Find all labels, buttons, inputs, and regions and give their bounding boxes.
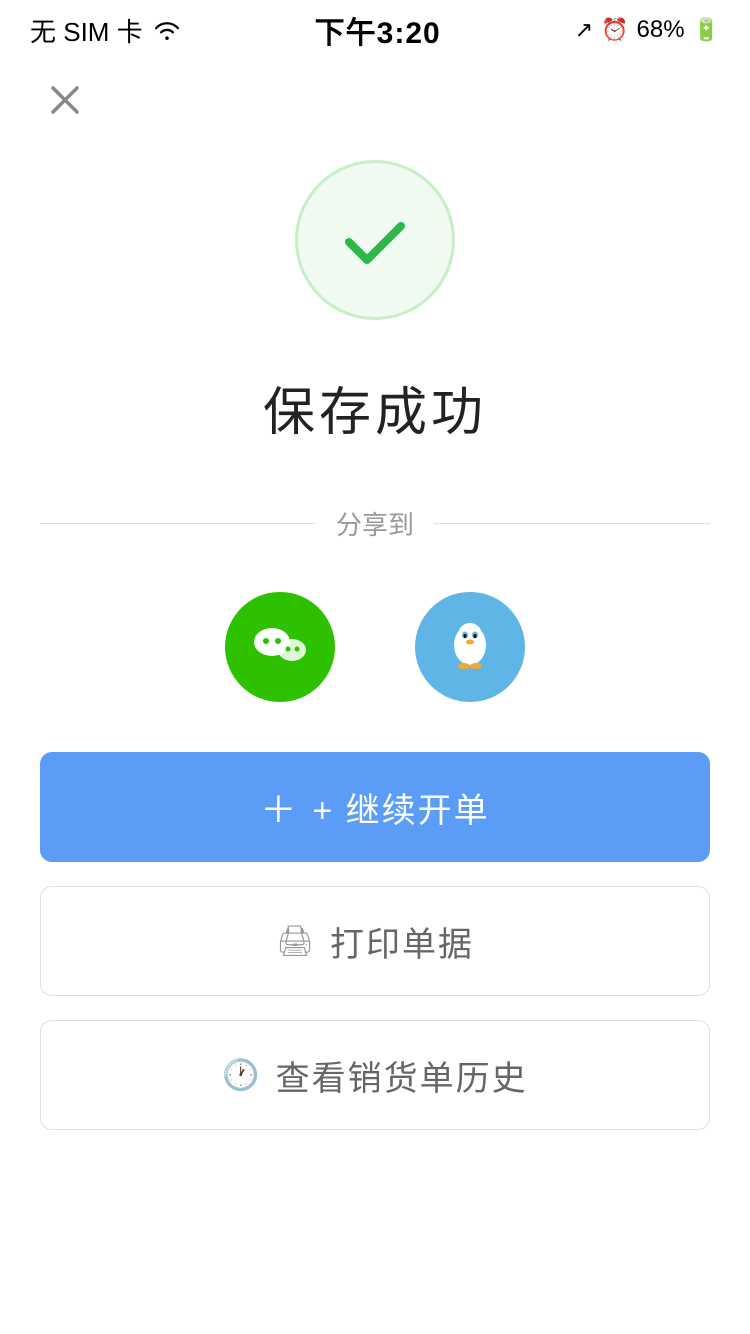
location-icon: ↗ [575, 17, 593, 43]
close-button[interactable] [40, 75, 90, 125]
divider-left [40, 523, 316, 524]
history-label: 查看销货单历史 [276, 1051, 528, 1100]
history-button[interactable]: 🕐 查看销货单历史 [40, 1020, 710, 1130]
wechat-icon [248, 620, 313, 675]
success-title: 保存成功 [263, 370, 487, 445]
status-bar: 无 SIM 卡 下午3:20 ↗ ⏰ 68% 🔋 [0, 0, 750, 60]
qq-share-button[interactable] [415, 592, 525, 702]
sim-label: 无 SIM 卡 [30, 12, 143, 49]
continue-label: + 继续开单 [312, 783, 489, 832]
alarm-icon: ⏰ [601, 17, 628, 43]
print-button[interactable]: 🖨 打印单据 [40, 886, 710, 996]
history-icon: 🕐 [222, 1058, 261, 1093]
print-icon: 🖨 [276, 924, 316, 959]
main-content: 保存成功 分享到 [0, 60, 750, 1130]
share-section: 分享到 [0, 505, 750, 702]
battery-label: 68% [637, 16, 685, 44]
print-label: 打印单据 [330, 917, 474, 966]
success-circle [295, 160, 455, 320]
status-time: 下午3:20 [315, 8, 441, 52]
close-icon [47, 82, 83, 118]
plus-icon: ＋ [260, 781, 298, 833]
battery-icon: 🔋 [693, 17, 720, 43]
wechat-share-button[interactable] [225, 592, 335, 702]
qq-icon [438, 615, 503, 680]
checkmark-icon [335, 200, 415, 280]
share-icons [40, 592, 710, 702]
action-buttons: ＋ + 继续开单 🖨 打印单据 🕐 查看销货单历史 [0, 752, 750, 1130]
wifi-icon [153, 20, 181, 40]
status-left: 无 SIM 卡 [30, 12, 181, 49]
share-divider: 分享到 [40, 505, 710, 542]
share-label: 分享到 [316, 505, 434, 542]
status-right: ↗ ⏰ 68% 🔋 [575, 16, 720, 44]
divider-right [434, 523, 710, 524]
continue-button[interactable]: ＋ + 继续开单 [40, 752, 710, 862]
